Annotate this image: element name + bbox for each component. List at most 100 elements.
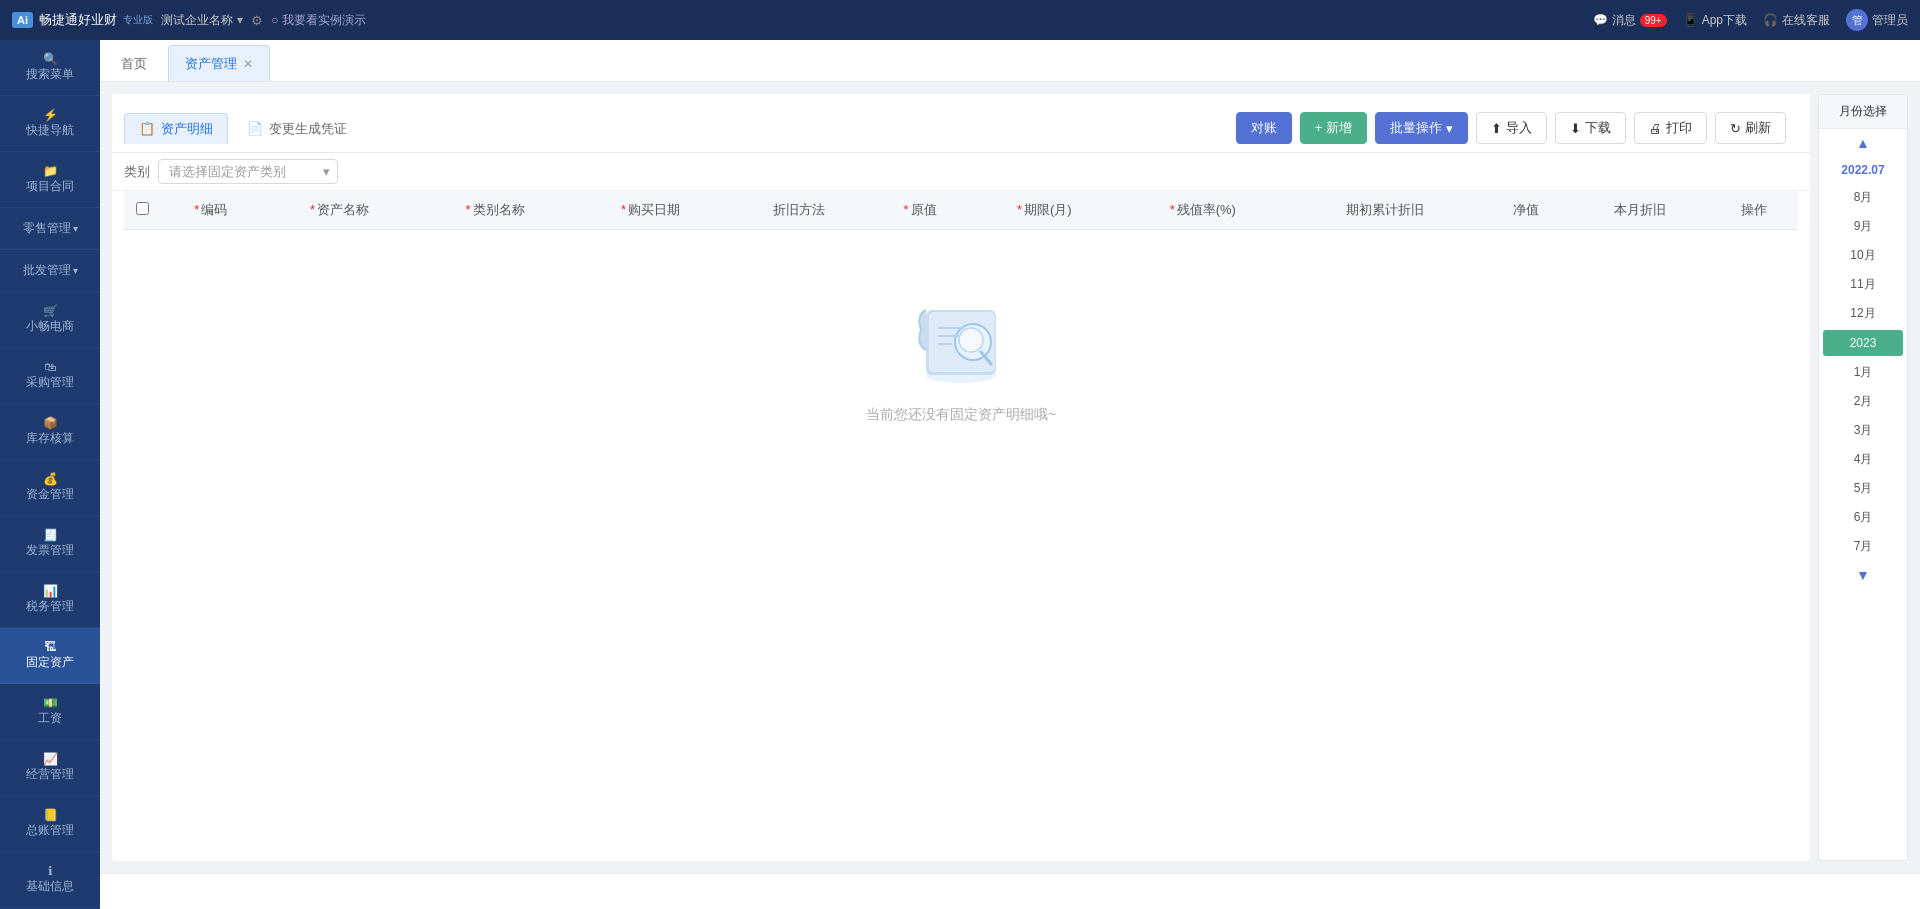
month-item-2022-12[interactable]: 12月	[1819, 299, 1907, 328]
tax-icon: 📊	[8, 584, 92, 598]
ecommerce-icon: 🛒	[8, 304, 92, 318]
month-picker: 月份选择 ▲ 2022.07 8月 9月 10月 11月 12月 2023 1月…	[1818, 94, 1908, 861]
sidebar-item-tax[interactable]: 📊 税务管理	[0, 572, 100, 628]
refresh-button[interactable]: ↻ 刷新	[1715, 112, 1786, 144]
wholesale-arrow-icon: ▾	[73, 265, 78, 276]
sub-tab-detail[interactable]: 📋 资产明细	[124, 113, 228, 144]
month-down-btn[interactable]: ▼	[1850, 565, 1876, 585]
svg-point-4	[959, 328, 983, 352]
batch-arrow-icon: ▾	[1446, 121, 1453, 136]
voucher-tab-icon: 📄	[247, 121, 263, 136]
sidebar-item-project[interactable]: 📁 项目合同	[0, 152, 100, 208]
sub-tab-detail-label: 资产明细	[161, 120, 213, 138]
sidebar-label-project: 项目合同	[8, 178, 92, 195]
top-bar-left: Ai 畅捷通好业财 专业版 测试企业名称 ▾ ⚙ ○ 我要看实例演示	[12, 11, 366, 29]
month-item-2022-09[interactable]: 9月	[1819, 212, 1907, 241]
print-button[interactable]: 🖨 打印	[1634, 112, 1707, 144]
category-filter[interactable]: 请选择固定资产类别	[158, 159, 338, 184]
tab-close-icon[interactable]: ✕	[243, 58, 253, 70]
sidebar-item-inventory[interactable]: 📦 库存核算	[0, 404, 100, 460]
bottom-bar	[100, 873, 1920, 909]
sidebar: 🔍 搜索菜单 ⚡ 快捷导航 📁 项目合同 零售管理 ▾ 批发管理 ▾ 🛒 小畅电…	[0, 40, 100, 909]
online-service-label: 在线客服	[1782, 12, 1830, 29]
salary-icon: 💵	[8, 696, 92, 710]
message-icon: 💬	[1593, 13, 1608, 27]
user-menu[interactable]: 管 管理员	[1846, 9, 1908, 31]
sidebar-label-salary: 工资	[8, 710, 92, 727]
main-layout: 🔍 搜索菜单 ⚡ 快捷导航 📁 项目合同 零售管理 ▾ 批发管理 ▾ 🛒 小畅电…	[0, 40, 1920, 909]
empty-state: 当前您还没有固定资产明细哦~	[124, 230, 1798, 484]
retail-arrow-icon: ▾	[73, 223, 78, 234]
company-selector[interactable]: 测试企业名称 ▾	[161, 12, 243, 29]
batch-button[interactable]: 批量操作 ▾	[1375, 112, 1468, 144]
sidebar-label-tax: 税务管理	[8, 598, 92, 615]
assets-table: *编码 *资产名称 *类别名称 *购买日期 折旧方法 *原值 *期限(月) *残…	[124, 191, 1798, 230]
sidebar-item-quicknav[interactable]: ⚡ 快捷导航	[0, 96, 100, 152]
sidebar-item-ecommerce[interactable]: 🛒 小畅电商	[0, 292, 100, 348]
col-residual-rate: *残值率(%)	[1118, 191, 1289, 230]
month-item-2022-08[interactable]: 8月	[1819, 183, 1907, 212]
month-item-2022-07[interactable]: 2022.07	[1819, 157, 1907, 183]
month-item-2023-06[interactable]: 6月	[1819, 503, 1907, 532]
app-download-btn[interactable]: 📱 App下载	[1683, 12, 1747, 29]
add-label: + 新增	[1315, 119, 1352, 137]
sub-tab-bar: 📋 资产明细 📄 变更生成凭证 对账 + 新增	[112, 94, 1810, 153]
sidebar-item-operations[interactable]: 📈 经营管理	[0, 740, 100, 796]
month-item-2023-02[interactable]: 2月	[1819, 387, 1907, 416]
tab-home-label: 首页	[121, 55, 147, 73]
month-up-btn[interactable]: ▲	[1850, 133, 1876, 153]
add-button[interactable]: + 新增	[1300, 112, 1367, 144]
empty-text: 当前您还没有固定资产明细哦~	[866, 406, 1056, 424]
online-service-btn[interactable]: 🎧 在线客服	[1763, 12, 1830, 29]
user-name: 管理员	[1872, 12, 1908, 29]
sidebar-label-wholesale: 批发管理	[23, 262, 71, 279]
sidebar-item-capital[interactable]: 💰 资金管理	[0, 460, 100, 516]
month-item-2023-04[interactable]: 4月	[1819, 445, 1907, 474]
brand-name: 畅捷通好业财	[39, 11, 117, 29]
select-all-checkbox[interactable]	[136, 202, 149, 215]
month-item-2022-11[interactable]: 11月	[1819, 270, 1907, 299]
sub-tab-voucher[interactable]: 📄 变更生成凭证	[232, 113, 362, 144]
col-net-value: 净值	[1483, 191, 1570, 230]
month-item-2023-03[interactable]: 3月	[1819, 416, 1907, 445]
month-list-2022: 2022.07 8月 9月 10月 11月 12月 2023 1月 2月 3月 …	[1819, 157, 1907, 561]
sidebar-item-purchase[interactable]: 🛍 采购管理	[0, 348, 100, 404]
import-button[interactable]: ⬆ 导入	[1476, 112, 1547, 144]
refresh-label: 刷新	[1745, 119, 1771, 137]
app-download-label: App下载	[1702, 12, 1747, 29]
capital-icon: 💰	[8, 472, 92, 486]
tab-assets[interactable]: 资产管理 ✕	[168, 45, 270, 81]
tab-home[interactable]: 首页	[104, 45, 164, 81]
sidebar-item-fixed-assets[interactable]: 🏗 固定资产	[0, 628, 100, 684]
settings-btn[interactable]: ⚙	[251, 13, 263, 28]
month-item-2023-01[interactable]: 1月	[1819, 358, 1907, 387]
sidebar-label-ecommerce: 小畅电商	[8, 318, 92, 335]
sidebar-item-invoice[interactable]: 🧾 发票管理	[0, 516, 100, 572]
reconcile-label: 对账	[1251, 119, 1277, 137]
col-code: *编码	[160, 191, 262, 230]
reconcile-button[interactable]: 对账	[1236, 112, 1292, 144]
sub-tab-voucher-label: 变更生成凭证	[269, 120, 347, 138]
download-button[interactable]: ⬇ 下载	[1555, 112, 1626, 144]
basic-icon: ℹ	[8, 864, 92, 878]
message-btn[interactable]: 💬 消息 99+	[1593, 12, 1667, 29]
sidebar-item-basic[interactable]: ℹ 基础信息	[0, 852, 100, 908]
sidebar-item-ledger[interactable]: 📒 总账管理	[0, 796, 100, 852]
user-avatar: 管	[1846, 9, 1868, 31]
sidebar-item-salary[interactable]: 💵 工资	[0, 684, 100, 740]
month-item-2023-05[interactable]: 5月	[1819, 474, 1907, 503]
main-panel: 📋 资产明细 📄 变更生成凭证 对账 + 新增	[112, 94, 1810, 861]
tab-assets-label: 资产管理	[185, 55, 237, 73]
month-item-2023-07[interactable]: 7月	[1819, 532, 1907, 561]
sidebar-item-retail[interactable]: 零售管理 ▾	[0, 208, 100, 250]
month-item-2022-10[interactable]: 10月	[1819, 241, 1907, 270]
sidebar-item-search[interactable]: 🔍 搜索菜单	[0, 40, 100, 96]
top-bar-right: 💬 消息 99+ 📱 App下载 🎧 在线客服 管 管理员	[1593, 9, 1908, 31]
batch-label: 批量操作	[1390, 119, 1442, 137]
demo-link[interactable]: ○ 我要看实例演示	[271, 12, 366, 29]
page-content: 📋 资产明细 📄 变更生成凭证 对账 + 新增	[100, 82, 1920, 873]
brand-logo: Ai	[12, 12, 33, 28]
col-original-value: *原值	[869, 191, 971, 230]
sidebar-item-wholesale[interactable]: 批发管理 ▾	[0, 250, 100, 292]
print-label: 打印	[1666, 119, 1692, 137]
